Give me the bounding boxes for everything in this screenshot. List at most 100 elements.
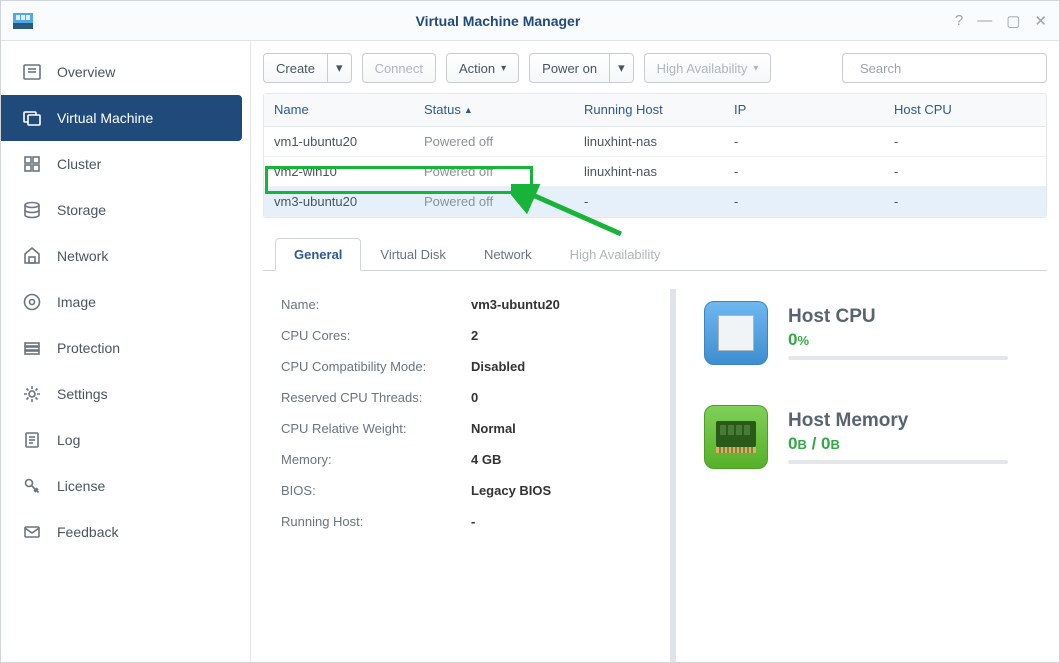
table-row[interactable]: vm1-ubuntu20 Powered off linuxhint-nas -… <box>264 127 1046 157</box>
cell-ip: - <box>724 187 884 216</box>
sidebar-item-license[interactable]: License <box>1 463 250 509</box>
stat-title: Host Memory <box>788 410 1047 432</box>
table-row[interactable]: vm3-ubuntu20 Powered off - - - <box>264 187 1046 217</box>
titlebar: Virtual Machine Manager ? — ▢ ✕ <box>1 1 1059 41</box>
high-availability-button[interactable]: High Availability <box>644 53 772 83</box>
sidebar-item-storage[interactable]: Storage <box>1 187 250 233</box>
prop-label: Running Host: <box>281 514 471 529</box>
prop-value: - <box>471 514 475 529</box>
cell-running-host: linuxhint-nas <box>574 157 724 186</box>
search-icon <box>853 61 854 76</box>
sidebar-item-feedback[interactable]: Feedback <box>1 509 250 555</box>
sidebar-item-virtual-machine[interactable]: Virtual Machine <box>1 95 242 141</box>
stat-bar <box>788 460 1008 464</box>
maximize-icon[interactable]: ▢ <box>1006 12 1020 30</box>
prop-value: Normal <box>471 421 516 436</box>
tab-high-availability[interactable]: High Availability <box>551 238 680 271</box>
sidebar-item-image[interactable]: Image <box>1 279 250 325</box>
stat-title: Host CPU <box>788 306 1047 328</box>
prop-value: 0 <box>471 390 478 405</box>
search-box[interactable] <box>842 53 1047 83</box>
create-button[interactable]: Create <box>263 53 327 83</box>
cell-name: vm2-win10 <box>264 157 414 186</box>
sidebar-item-label: License <box>57 478 105 494</box>
cell-running-host: linuxhint-nas <box>574 127 724 156</box>
sidebar-item-label: Settings <box>57 386 108 402</box>
sidebar-item-label: Protection <box>57 340 120 356</box>
minimize-icon[interactable]: — <box>977 12 992 30</box>
sidebar-item-network[interactable]: Network <box>1 233 250 279</box>
network-icon <box>21 245 43 267</box>
prop-label: CPU Cores: <box>281 328 471 343</box>
sidebar-item-cluster[interactable]: Cluster <box>1 141 250 187</box>
create-dropdown[interactable]: ▾ <box>327 53 352 83</box>
sidebar-item-label: Network <box>57 248 108 264</box>
tab-network[interactable]: Network <box>465 238 551 271</box>
sidebar-item-label: Storage <box>57 202 106 218</box>
prop-value: 2 <box>471 328 478 343</box>
prop-label: Memory: <box>281 452 471 467</box>
col-running-host[interactable]: Running Host <box>574 94 724 126</box>
sidebar-item-label: Cluster <box>57 156 101 172</box>
prop-label: Name: <box>281 297 471 312</box>
virtual-machine-icon <box>21 107 43 129</box>
sidebar-item-label: Image <box>57 294 96 310</box>
cpu-icon <box>704 301 768 365</box>
log-icon <box>21 429 43 451</box>
vm-table: Name Status▲ Running Host IP Host CPU ⋮ … <box>263 93 1047 218</box>
prop-label: Reserved CPU Threads: <box>281 390 471 405</box>
col-host-cpu[interactable]: Host CPU <box>884 94 1044 126</box>
storage-icon <box>21 199 43 221</box>
action-button[interactable]: Action <box>446 53 519 83</box>
host-cpu-block: Host CPU 0% <box>704 301 1047 365</box>
host-memory-block: Host Memory 0B / 0B <box>704 405 1047 469</box>
protection-icon <box>21 337 43 359</box>
toolbar: Create ▾ Connect Action Power on ▾ High … <box>263 53 1047 83</box>
cell-status: Powered off <box>414 187 574 216</box>
col-ip[interactable]: IP <box>724 94 884 126</box>
sidebar-item-label: Overview <box>57 64 115 80</box>
cell-name: vm1-ubuntu20 <box>264 127 414 156</box>
power-on-dropdown[interactable]: ▾ <box>609 53 634 83</box>
cell-host-cpu: - <box>884 127 1044 156</box>
app-icon <box>13 13 33 29</box>
mail-icon <box>21 521 43 543</box>
col-status[interactable]: Status▲ <box>414 94 574 126</box>
cell-status: Powered off <box>414 127 574 156</box>
overview-icon <box>21 61 43 83</box>
table-row[interactable]: vm2-win10 Powered off linuxhint-nas - - <box>264 157 1046 187</box>
close-icon[interactable]: ✕ <box>1034 12 1047 30</box>
tab-general[interactable]: General <box>275 238 361 271</box>
power-on-button[interactable]: Power on <box>529 53 609 83</box>
cell-status: Powered off <box>414 157 574 186</box>
cluster-icon <box>21 153 43 175</box>
sidebar-item-log[interactable]: Log <box>1 417 250 463</box>
more-columns-icon[interactable]: ⋮ <box>1044 94 1059 126</box>
col-name[interactable]: Name <box>264 94 414 126</box>
tab-virtual-disk[interactable]: Virtual Disk <box>361 238 465 271</box>
connect-button[interactable]: Connect <box>362 53 436 83</box>
prop-label: CPU Relative Weight: <box>281 421 471 436</box>
prop-value: Disabled <box>471 359 525 374</box>
window-title: Virtual Machine Manager <box>41 13 955 29</box>
help-icon[interactable]: ? <box>955 12 963 30</box>
sidebar-item-protection[interactable]: Protection <box>1 325 250 371</box>
image-icon <box>21 291 43 313</box>
sidebar-item-settings[interactable]: Settings <box>1 371 250 417</box>
search-input[interactable] <box>860 61 1036 76</box>
cell-host-cpu: - <box>884 157 1044 186</box>
stat-value: 0% <box>788 330 1047 350</box>
key-icon <box>21 475 43 497</box>
stat-bar <box>788 356 1008 360</box>
sidebar: Overview Virtual Machine Cluster Storage… <box>1 41 251 662</box>
cell-ip: - <box>724 127 884 156</box>
prop-value: Legacy BIOS <box>471 483 551 498</box>
detail-tabs: General Virtual Disk Network High Availa… <box>263 238 1047 271</box>
sort-asc-icon: ▲ <box>464 105 473 115</box>
cell-running-host: - <box>574 187 724 216</box>
cell-ip: - <box>724 157 884 186</box>
prop-value: 4 GB <box>471 452 501 467</box>
sidebar-item-overview[interactable]: Overview <box>1 49 250 95</box>
prop-value: vm3-ubuntu20 <box>471 297 560 312</box>
sidebar-item-label: Virtual Machine <box>57 110 153 126</box>
